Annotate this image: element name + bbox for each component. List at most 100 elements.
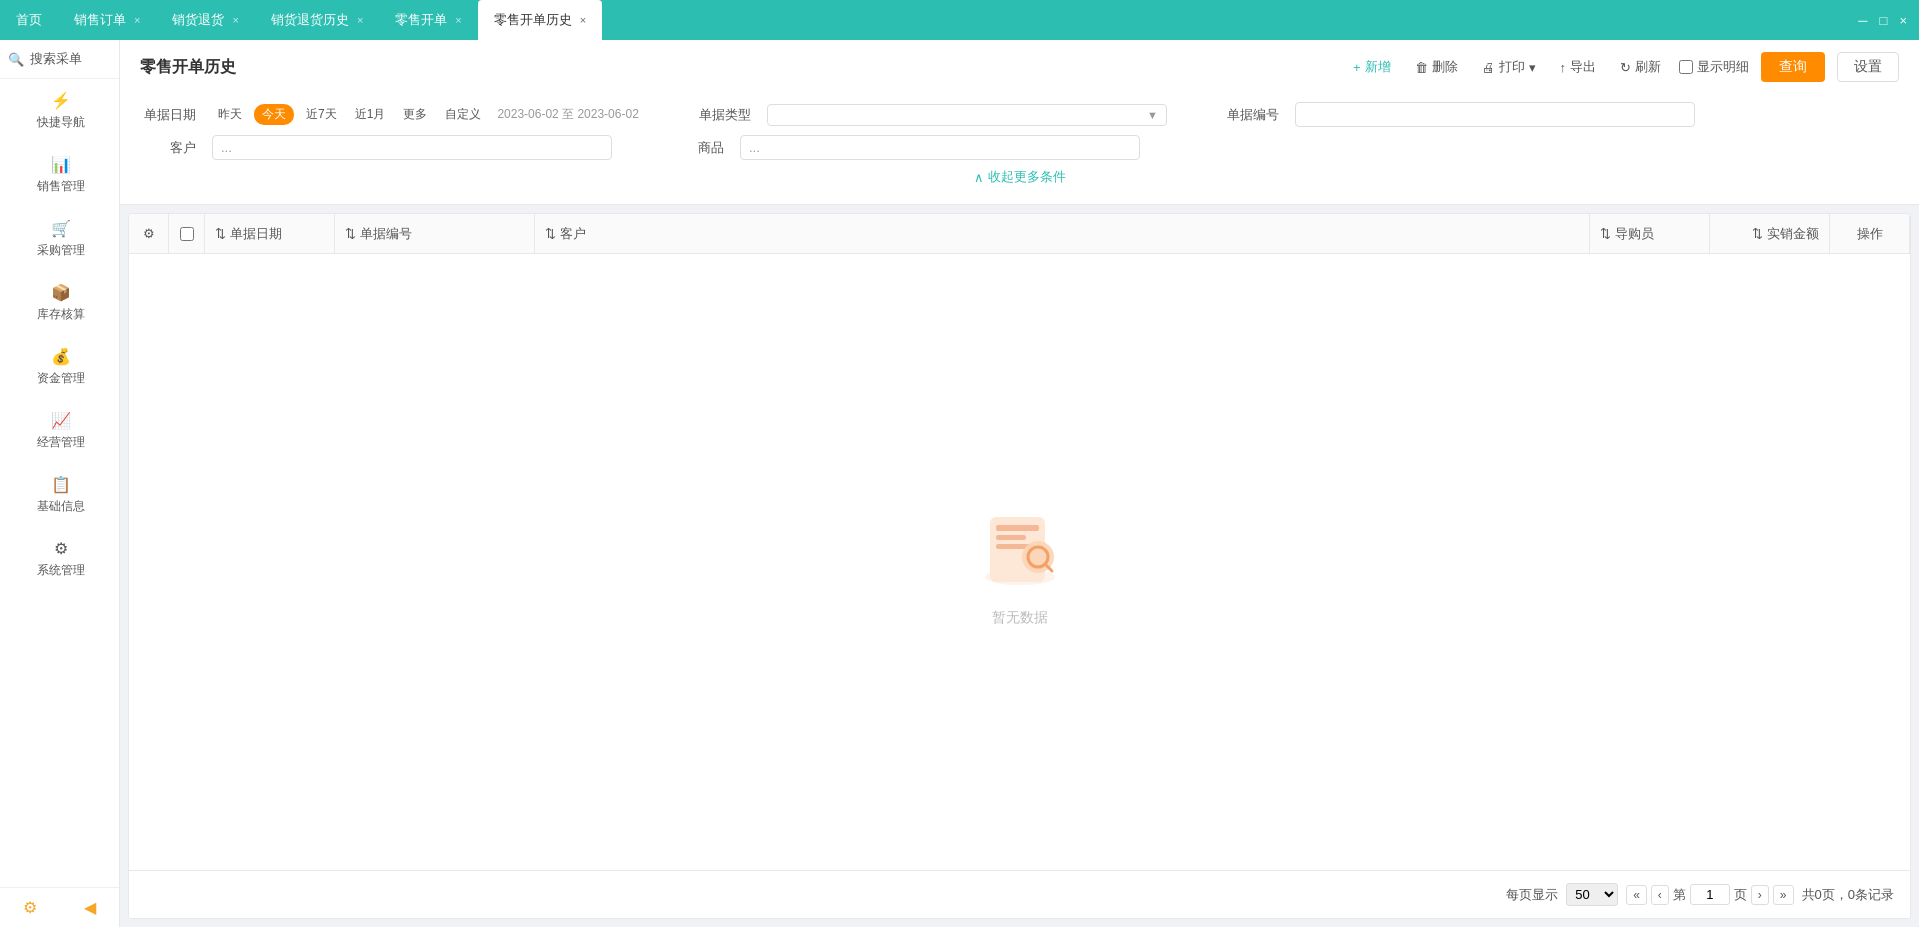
sidebar-item-sales-mgmt[interactable]: 📊 销售管理 (0, 143, 119, 207)
show-detail-label: 显示明细 (1697, 58, 1749, 76)
sort-customer-icon[interactable]: ⇅ (545, 226, 556, 241)
system-mgmt-icon: ⚙ (54, 539, 68, 558)
main-layout: 🔍 搜索采单 ⚡ 快捷导航 📊 销售管理 🛒 采购管理 📦 库存核算 💰 资金管… (0, 40, 1919, 927)
th-settings[interactable]: ⚙ (129, 214, 169, 253)
quick-nav-icon: ⚡ (51, 91, 71, 110)
th-guide: ⇅ 导购员 (1590, 214, 1710, 253)
collapse-icon: ∧ (974, 170, 984, 185)
select-all-checkbox[interactable] (180, 227, 194, 241)
first-page-btn[interactable]: « (1626, 885, 1647, 905)
date-btn-more[interactable]: 更多 (397, 104, 433, 125)
tab-home-label: 首页 (16, 11, 42, 29)
tab-retail-open-history-close[interactable]: × (580, 14, 586, 26)
tab-sales-order-close[interactable]: × (134, 14, 140, 26)
show-detail-check[interactable]: 显示明细 (1679, 58, 1749, 76)
sort-guide-icon[interactable]: ⇅ (1600, 226, 1611, 241)
tab-sales-return-close[interactable]: × (232, 14, 238, 26)
order-type-arrow-icon: ▼ (1147, 109, 1158, 121)
last-page-btn[interactable]: » (1773, 885, 1794, 905)
tab-home[interactable]: 首页 (0, 0, 58, 40)
customer-label: 客户 (140, 139, 196, 157)
date-btn-today[interactable]: 今天 (254, 104, 294, 125)
sort-date-icon[interactable]: ⇅ (215, 226, 226, 241)
tab-sales-return-history[interactable]: 销货退货历史 × (255, 0, 379, 40)
show-detail-checkbox[interactable] (1679, 60, 1693, 74)
window-max-btn[interactable]: □ (1880, 13, 1888, 28)
tab-retail-open-label: 零售开单 (395, 11, 447, 29)
new-label: 新增 (1365, 58, 1391, 76)
date-range: 2023-06-02 至 2023-06-02 (497, 106, 638, 123)
tab-sales-order-label: 销售订单 (74, 11, 126, 29)
refresh-button[interactable]: ↻ 刷新 (1614, 54, 1667, 80)
sidebar-item-quick-nav[interactable]: ⚡ 快捷导航 (0, 79, 119, 143)
window-close-btn[interactable]: × (1899, 13, 1907, 28)
sidebar-item-operations-label: 经营管理 (37, 434, 85, 451)
tab-sales-return-history-close[interactable]: × (357, 14, 363, 26)
sidebar-item-system-mgmt[interactable]: ⚙ 系统管理 (0, 527, 119, 591)
th-actions: 操作 (1830, 214, 1910, 253)
page-number-input[interactable] (1690, 884, 1730, 905)
filter-row-2: 客户 ... 商品 ... (140, 135, 1899, 160)
new-button[interactable]: + 新增 (1347, 54, 1397, 80)
customer-input[interactable]: ... (212, 135, 612, 160)
per-page-select[interactable]: 50 10 20 100 (1566, 883, 1618, 906)
tab-sales-return[interactable]: 销货退货 × (156, 0, 254, 40)
top-tab-bar: 首页 销售订单 × 销货退货 × 销货退货历史 × 零售开单 × 零售开单历史 … (0, 0, 1919, 40)
empty-illustration (970, 497, 1070, 597)
sidebar-settings-btn[interactable]: ⚙ (23, 898, 37, 917)
th-order-no: ⇅ 单据编号 (335, 214, 535, 253)
date-btn-7days[interactable]: 近7天 (300, 104, 343, 125)
date-btn-custom[interactable]: 自定义 (439, 104, 487, 125)
sidebar-bottom: ⚙ ◀ (0, 887, 119, 927)
next-page-btn[interactable]: › (1751, 885, 1769, 905)
tab-retail-open[interactable]: 零售开单 × (379, 0, 477, 40)
basic-info-icon: 📋 (51, 475, 71, 494)
prev-page-btn[interactable]: ‹ (1651, 885, 1669, 905)
sidebar-collapse-btn[interactable]: ◀ (84, 898, 96, 917)
order-type-select[interactable]: ▼ (767, 104, 1167, 126)
customer-placeholder: ... (221, 140, 603, 155)
th-check[interactable] (169, 214, 205, 253)
th-customer-label: 客户 (560, 225, 586, 243)
window-controls: ─ □ × (1858, 13, 1919, 28)
sort-order-no-icon[interactable]: ⇅ (345, 226, 356, 241)
th-guide-label: 导购员 (1615, 225, 1654, 243)
purchase-mgmt-icon: 🛒 (51, 219, 71, 238)
column-settings-icon[interactable]: ⚙ (143, 226, 155, 241)
refresh-icon: ↻ (1620, 60, 1631, 75)
print-dropdown-icon: ▾ (1529, 60, 1536, 75)
order-type-label: 单据类型 (695, 106, 751, 124)
settings-button[interactable]: 设置 (1837, 52, 1899, 82)
search-icon: 🔍 (8, 52, 24, 67)
date-btn-yesterday[interactable]: 昨天 (212, 104, 248, 125)
query-button[interactable]: 查询 (1761, 52, 1825, 82)
delete-button[interactable]: 🗑 删除 (1409, 54, 1464, 80)
sidebar-search-label: 搜索采单 (30, 50, 82, 68)
th-amount: ⇅ 实销金额 (1710, 214, 1830, 253)
print-button[interactable]: 🖨 打印 ▾ (1476, 54, 1542, 80)
table-header: ⚙ ⇅ 单据日期 ⇅ 单据编号 ⇅ 客户 ⇅ (129, 214, 1910, 254)
product-input[interactable]: ... (740, 135, 1140, 160)
date-btn-1month[interactable]: 近1月 (349, 104, 392, 125)
delete-icon: 🗑 (1415, 60, 1428, 75)
sidebar-search[interactable]: 🔍 搜索采单 (0, 40, 119, 79)
tab-retail-open-history[interactable]: 零售开单历史 × (478, 0, 602, 40)
tab-sales-order[interactable]: 销售订单 × (58, 0, 156, 40)
sidebar: 🔍 搜索采单 ⚡ 快捷导航 📊 销售管理 🛒 采购管理 📦 库存核算 💰 资金管… (0, 40, 120, 927)
date-label: 单据日期 (140, 106, 196, 124)
sidebar-item-finance[interactable]: 💰 资金管理 (0, 335, 119, 399)
page-nav: « ‹ 第 页 › » (1626, 884, 1793, 905)
collapse-btn[interactable]: ∧ 收起更多条件 (140, 168, 1899, 186)
order-no-input[interactable] (1295, 102, 1695, 127)
export-button[interactable]: ↑ 导出 (1554, 54, 1603, 80)
sidebar-item-inventory[interactable]: 📦 库存核算 (0, 271, 119, 335)
sidebar-item-operations[interactable]: 📈 经营管理 (0, 399, 119, 463)
tab-retail-open-close[interactable]: × (455, 14, 461, 26)
sort-amount-icon[interactable]: ⇅ (1752, 226, 1763, 241)
sidebar-item-basic-info[interactable]: 📋 基础信息 (0, 463, 119, 527)
sidebar-item-basic-info-label: 基础信息 (37, 498, 85, 515)
print-icon: 🖨 (1482, 60, 1495, 75)
delete-label: 删除 (1432, 58, 1458, 76)
sidebar-item-purchase-mgmt[interactable]: 🛒 采购管理 (0, 207, 119, 271)
window-min-btn[interactable]: ─ (1858, 13, 1867, 28)
